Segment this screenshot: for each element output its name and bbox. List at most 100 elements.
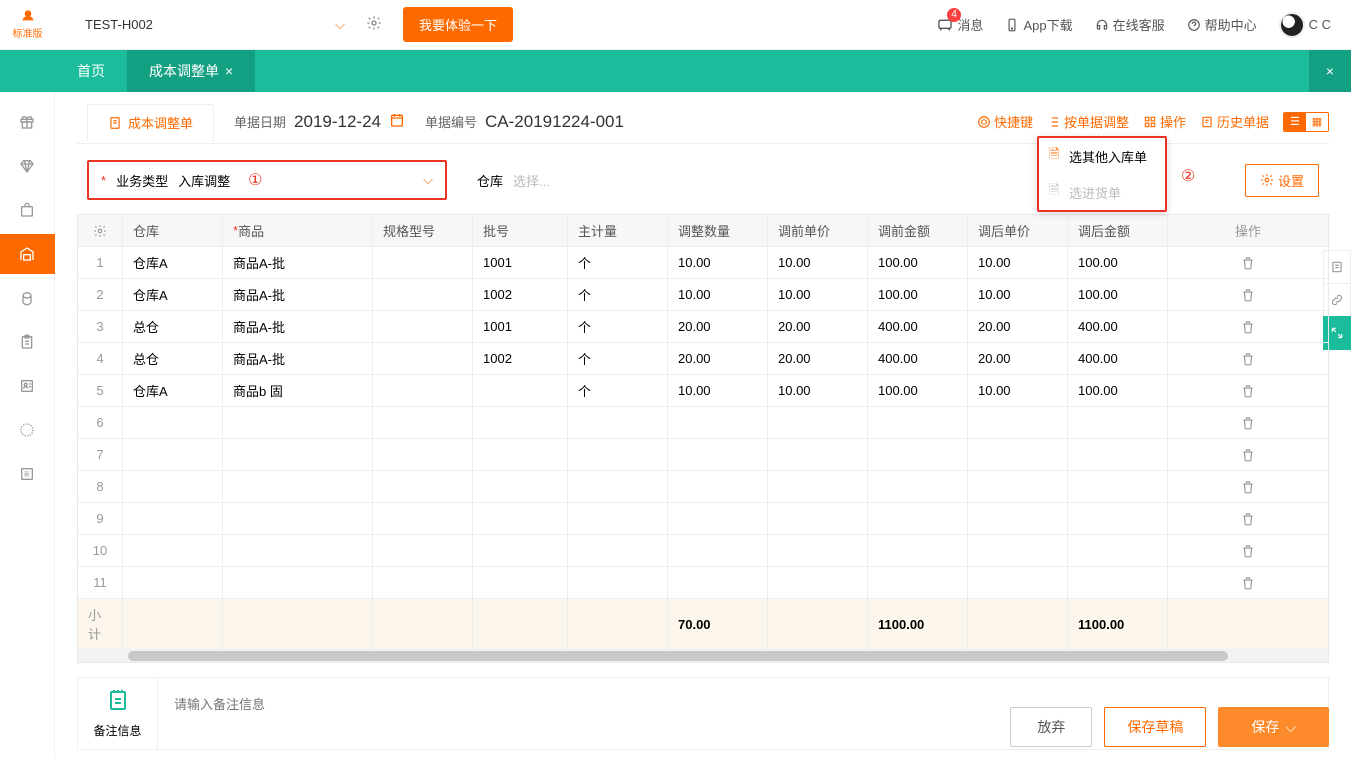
cell-unit[interactable] [568,535,668,566]
calendar-icon[interactable] [389,112,405,131]
cell-qty[interactable]: 20.00 [668,343,768,374]
cell-product[interactable] [223,407,373,438]
help-link[interactable]: 帮助中心 [1187,15,1257,34]
view-list-icon[interactable]: ☰ [1284,113,1306,131]
gear-icon[interactable] [363,15,385,34]
table-row[interactable]: 11 [78,567,1328,599]
warehouse-field[interactable]: 仓库 选择... [477,171,737,190]
cell-spec[interactable] [373,407,473,438]
nav-warehouse-icon[interactable] [0,234,55,274]
cell-pre-amount[interactable]: 100.00 [868,375,968,406]
cell-spec[interactable] [373,311,473,342]
cell-product[interactable] [223,535,373,566]
cell-batch[interactable] [473,439,568,470]
cell-unit[interactable]: 个 [568,375,668,406]
cell-pre-price[interactable] [768,471,868,502]
cell-pre-amount[interactable]: 100.00 [868,279,968,310]
cell-post-amount[interactable] [1068,503,1168,534]
cell-post-price[interactable] [968,407,1068,438]
customer-service-link[interactable]: 在线客服 [1095,15,1165,34]
settings-button[interactable]: 设置 [1245,164,1319,197]
cell-unit[interactable]: 个 [568,279,668,310]
tab-current[interactable]: 成本调整单× [127,50,255,92]
cell-product[interactable] [223,567,373,598]
cell-pre-amount[interactable] [868,535,968,566]
cell-qty[interactable] [668,503,768,534]
nav-diamond-icon[interactable] [0,146,55,186]
cell-qty[interactable] [668,567,768,598]
table-row[interactable]: 6 [78,407,1328,439]
cell-warehouse[interactable]: 总仓 [123,311,223,342]
cell-post-price[interactable]: 10.00 [968,279,1068,310]
cell-product[interactable]: 商品A-批 [223,343,373,374]
user-menu[interactable]: C C [1279,12,1331,38]
cell-warehouse[interactable] [123,471,223,502]
cell-post-price[interactable] [968,567,1068,598]
cell-post-price[interactable] [968,471,1068,502]
cell-qty[interactable] [668,535,768,566]
cell-post-amount[interactable] [1068,407,1168,438]
cell-unit[interactable] [568,439,668,470]
cell-batch[interactable]: 1002 [473,343,568,374]
cell-warehouse[interactable] [123,535,223,566]
tab-home[interactable]: 首页 [55,50,127,92]
cell-qty[interactable] [668,471,768,502]
row-delete-button[interactable] [1168,567,1328,598]
view-grid-icon[interactable]: ▦ [1306,113,1328,131]
row-delete-button[interactable] [1168,311,1328,342]
view-mode-toggle[interactable]: ☰ ▦ [1283,112,1329,132]
row-delete-button[interactable] [1168,375,1328,406]
biz-type-field[interactable]: * 业务类型 入库调整 ① ⌵ [87,160,447,200]
cell-unit[interactable]: 个 [568,247,668,278]
cell-post-amount[interactable] [1068,535,1168,566]
cell-pre-amount[interactable] [868,439,968,470]
cell-spec[interactable] [373,343,473,374]
trial-button[interactable]: 我要体验一下 [403,7,513,42]
cell-post-price[interactable] [968,439,1068,470]
nav-more-icon[interactable] [0,410,55,450]
table-row[interactable]: 2仓库A商品A-批1002个10.0010.00100.0010.00100.0… [78,279,1328,311]
table-row[interactable]: 9 [78,503,1328,535]
cell-batch[interactable]: 1001 [473,247,568,278]
cell-product[interactable] [223,503,373,534]
row-delete-button[interactable] [1168,343,1328,374]
cell-post-amount[interactable] [1068,567,1168,598]
cell-spec[interactable] [373,247,473,278]
cell-pre-amount[interactable] [868,567,968,598]
cell-unit[interactable] [568,407,668,438]
cell-warehouse[interactable] [123,567,223,598]
table-row[interactable]: 8 [78,471,1328,503]
cell-warehouse[interactable]: 总仓 [123,343,223,374]
row-delete-button[interactable] [1168,279,1328,310]
cell-qty[interactable]: 10.00 [668,279,768,310]
cell-post-price[interactable] [968,503,1068,534]
toolbar-ops[interactable]: 操作 [1143,112,1186,131]
cell-post-amount[interactable] [1068,439,1168,470]
cell-unit[interactable] [568,503,668,534]
cell-warehouse[interactable] [123,407,223,438]
doc-tab-title[interactable]: 成本调整单 [87,104,214,141]
cell-pre-price[interactable]: 10.00 [768,375,868,406]
cell-post-price[interactable]: 10.00 [968,375,1068,406]
cell-qty[interactable]: 20.00 [668,311,768,342]
cell-post-amount[interactable]: 400.00 [1068,343,1168,374]
cell-pre-amount[interactable]: 400.00 [868,343,968,374]
cell-product[interactable]: 商品A-批 [223,247,373,278]
nav-contact-icon[interactable] [0,366,55,406]
cell-spec[interactable] [373,567,473,598]
cell-qty[interactable] [668,439,768,470]
nav-new-icon[interactable]: 新 [0,454,55,494]
toolbar-shortcut[interactable]: 快捷键 [977,112,1033,131]
cell-warehouse[interactable]: 仓库A [123,279,223,310]
cell-warehouse[interactable] [123,503,223,534]
cell-product[interactable] [223,471,373,502]
cell-pre-price[interactable]: 10.00 [768,279,868,310]
org-selector[interactable]: TEST-H002 ⌵ [75,11,355,39]
cell-batch[interactable]: 1002 [473,279,568,310]
cell-pre-price[interactable]: 20.00 [768,343,868,374]
cell-warehouse[interactable] [123,439,223,470]
h-scrollbar[interactable] [78,650,1328,662]
nav-clipboard-icon[interactable] [0,322,55,362]
cell-pre-price[interactable]: 20.00 [768,311,868,342]
nav-money-icon[interactable] [0,278,55,318]
